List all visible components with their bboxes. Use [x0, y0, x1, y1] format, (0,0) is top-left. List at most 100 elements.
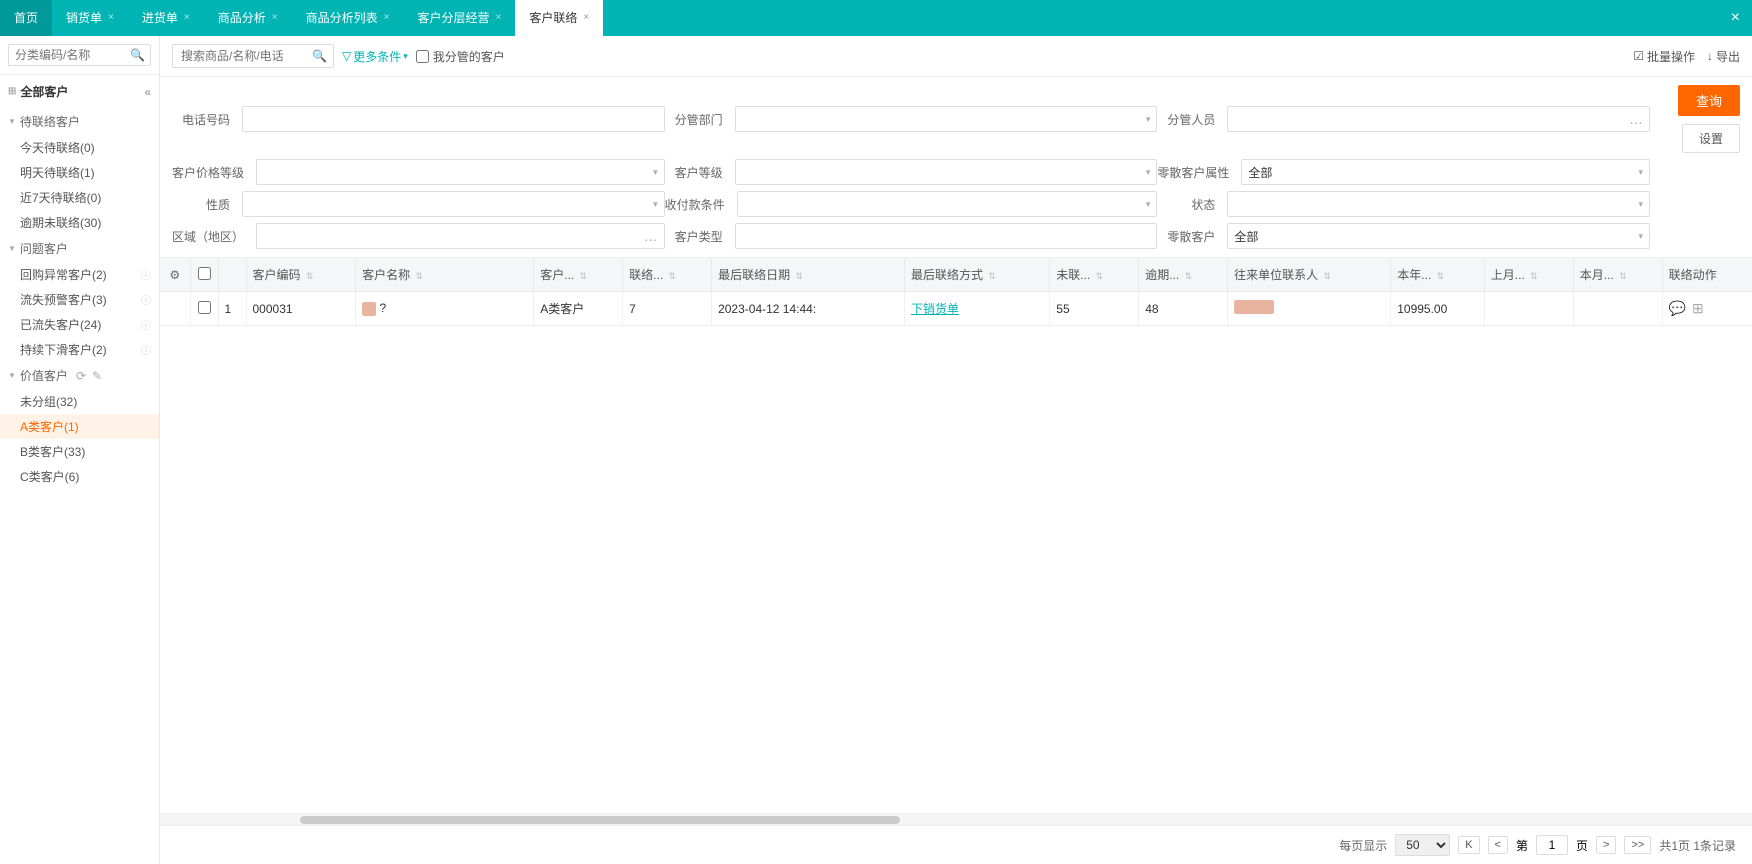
close-sales-icon[interactable]: ×: [108, 0, 114, 36]
sidebar-all-customers-header[interactable]: ⊞ 全部客户 «: [0, 75, 159, 108]
sidebar-item-week[interactable]: 近7天待联络(0): [0, 185, 159, 210]
comment-action-icon[interactable]: 💬: [1669, 300, 1686, 317]
sidebar-item-repurchase[interactable]: 回购异常客户(2) ⓘ: [0, 262, 159, 287]
nav-goods-analysis-list[interactable]: 商品分析列表 ×: [292, 0, 404, 36]
add-group-icon[interactable]: ⟳: [76, 369, 86, 383]
th-code[interactable]: 客户编码 ⇅: [246, 258, 356, 292]
th-check[interactable]: [190, 258, 218, 292]
gear-settings-icon[interactable]: ⚙: [169, 268, 180, 282]
close-all-icon[interactable]: ×: [1731, 9, 1740, 27]
sidebar-item-a-class[interactable]: A类客户(1): [0, 414, 159, 439]
sidebar-item-ungrouped[interactable]: 未分组(32): [0, 389, 159, 414]
nav-purchase[interactable]: 进货单 ×: [128, 0, 204, 36]
td-check-cell[interactable]: [190, 292, 218, 326]
th-gear[interactable]: ⚙: [160, 258, 190, 292]
sort-last-contact-method-icon[interactable]: ⇅: [988, 271, 996, 281]
sort-level-icon[interactable]: ⇅: [580, 271, 588, 281]
qrcode-action-icon[interactable]: ⊞: [1692, 300, 1704, 317]
search-input[interactable]: [173, 45, 333, 67]
sidebar-group-pending[interactable]: ▼ 待联络客户: [0, 108, 159, 135]
batch-op-btn[interactable]: ☑ 批量操作: [1633, 48, 1695, 65]
sidebar-item-declining[interactable]: 持续下滑客户(2) ⓘ: [0, 337, 159, 362]
page-input[interactable]: [1536, 835, 1568, 855]
total-label: 共1页 1条记录: [1659, 837, 1736, 854]
last-contact-method-link[interactable]: 下销货单: [911, 302, 959, 316]
nav-goods-analysis[interactable]: 商品分析 ×: [204, 0, 292, 36]
close-customer-tier-icon[interactable]: ×: [495, 0, 501, 36]
first-page-btn[interactable]: K: [1458, 836, 1479, 854]
th-this-month[interactable]: 本月... ⇅: [1573, 258, 1662, 292]
sort-last-contact-date-icon[interactable]: ⇅: [795, 271, 803, 281]
more-filters-btn[interactable]: ▽ 更多条件 ▾: [342, 48, 408, 65]
filter-region-select[interactable]: …: [256, 223, 665, 249]
sort-uncontacted-icon[interactable]: ⇅: [1096, 271, 1104, 281]
th-name[interactable]: 客户名称 ⇅: [356, 258, 534, 292]
my-customer-checkbox-label[interactable]: 我分管的客户: [416, 48, 505, 65]
close-goods-analysis-list-icon[interactable]: ×: [384, 0, 390, 36]
sort-last-month-icon[interactable]: ⇅: [1530, 271, 1538, 281]
close-purchase-icon[interactable]: ×: [184, 0, 190, 36]
sidebar-group-problem[interactable]: ▼ 问题客户: [0, 235, 159, 262]
sidebar-item-churned[interactable]: 已流失客户(24) ⓘ: [0, 312, 159, 337]
filter-person-select[interactable]: …: [1227, 106, 1650, 132]
per-page-select[interactable]: 50 100 200: [1395, 834, 1450, 856]
th-this-year[interactable]: 本年... ⇅: [1391, 258, 1485, 292]
horizontal-scrollbar[interactable]: [160, 813, 1752, 825]
edit-group-icon[interactable]: ✎: [92, 369, 102, 383]
my-customer-checkbox[interactable]: [416, 50, 429, 63]
filter-price-level-select[interactable]: ▾: [256, 159, 665, 185]
next-page-btn[interactable]: >: [1596, 836, 1616, 854]
nav-customer-tier[interactable]: 客户分层经营 ×: [403, 0, 515, 36]
sidebar-group-value[interactable]: ▼ 价值客户 ⟳ ✎: [0, 362, 159, 389]
nav-home[interactable]: 首页: [0, 0, 52, 36]
filter-status-select[interactable]: ▾: [1227, 191, 1650, 217]
th-level[interactable]: 客户... ⇅: [534, 258, 623, 292]
sidebar-item-tomorrow[interactable]: 明天待联络(1): [0, 160, 159, 185]
sidebar-item-b-class[interactable]: B类客户(33): [0, 439, 159, 464]
setting-button[interactable]: 设置: [1682, 124, 1740, 153]
export-btn[interactable]: ↓ 导出: [1707, 48, 1740, 65]
th-last-contact-method[interactable]: 最后联络方式 ⇅: [905, 258, 1050, 292]
close-goods-analysis-icon[interactable]: ×: [272, 0, 278, 36]
sort-company-contact-icon[interactable]: ⇅: [1323, 271, 1331, 281]
sort-this-month-icon[interactable]: ⇅: [1619, 271, 1627, 281]
nav-customer-contact[interactable]: 客户联络 ×: [515, 0, 603, 36]
td-last-contact-method[interactable]: 下销货单: [905, 292, 1050, 326]
filter-customer-type-select[interactable]: [735, 223, 1158, 249]
filter-dept-select[interactable]: ▾: [735, 106, 1158, 132]
filter-retail-attr-select[interactable]: 全部 ▾: [1241, 159, 1650, 185]
sidebar-item-today[interactable]: 今天待联络(0): [0, 135, 159, 160]
query-button[interactable]: 查询: [1678, 85, 1740, 116]
filter-payment-select[interactable]: ▾: [737, 191, 1158, 217]
sidebar-item-churn-warning[interactable]: 流失预警客户(3) ⓘ: [0, 287, 159, 312]
filter-nature-select[interactable]: ▾: [242, 191, 665, 217]
prev-page-btn[interactable]: <: [1488, 836, 1508, 854]
th-company-contact[interactable]: 往来单位联系人 ⇅: [1228, 258, 1391, 292]
sort-overdue-icon[interactable]: ⇅: [1185, 271, 1193, 281]
th-last-month[interactable]: 上月... ⇅: [1484, 258, 1573, 292]
sort-code-icon[interactable]: ⇅: [306, 271, 314, 281]
info-icon-4: ⓘ: [141, 342, 151, 357]
close-customer-contact-icon[interactable]: ×: [583, 0, 589, 36]
filter-retail-select[interactable]: 全部 ▾: [1227, 223, 1650, 249]
sort-this-year-icon[interactable]: ⇅: [1437, 271, 1445, 281]
row-checkbox[interactable]: [198, 301, 211, 314]
sidebar-item-churn-warning-label: 流失预警客户(3): [20, 291, 107, 308]
my-customer-label: 我分管的客户: [433, 48, 505, 65]
th-last-contact-date[interactable]: 最后联络日期 ⇅: [712, 258, 905, 292]
filter-phone-input[interactable]: [242, 106, 665, 132]
scrollbar-thumb[interactable]: [300, 816, 900, 824]
sidebar-collapse-icon[interactable]: «: [144, 85, 151, 99]
th-uncontacted[interactable]: 未联... ⇅: [1050, 258, 1139, 292]
sidebar-item-c-class[interactable]: C类客户(6): [0, 464, 159, 489]
th-overdue[interactable]: 逾期... ⇅: [1139, 258, 1228, 292]
sort-contact-count-icon[interactable]: ⇅: [669, 271, 677, 281]
filter-phone: 电话号码: [172, 106, 665, 132]
last-page-btn[interactable]: >>: [1624, 836, 1651, 854]
sort-name-icon[interactable]: ⇅: [416, 271, 424, 281]
select-all-checkbox[interactable]: [198, 267, 211, 280]
nav-sales[interactable]: 销货单 ×: [52, 0, 128, 36]
th-contact-count[interactable]: 联络... ⇅: [623, 258, 712, 292]
filter-customer-level-select[interactable]: ▾: [735, 159, 1158, 185]
sidebar-item-overdue[interactable]: 逾期未联络(30): [0, 210, 159, 235]
